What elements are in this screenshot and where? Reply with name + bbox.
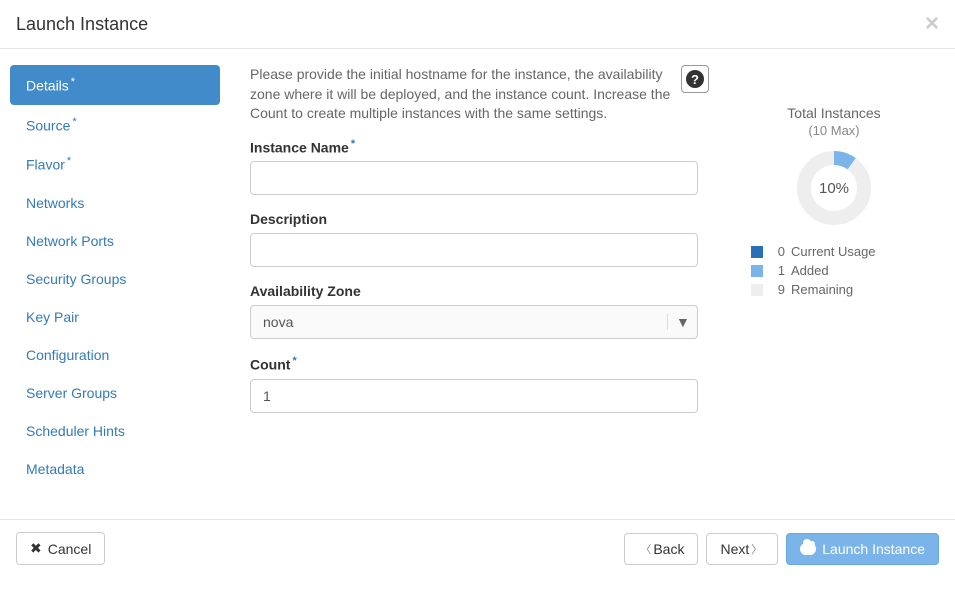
count-label: Count* [250,355,709,373]
availability-zone-group: Availability Zone nova ▼ [250,283,709,339]
quota-subtitle: (10 Max) [729,123,939,138]
sidebar-item-key-pair[interactable]: Key Pair [10,298,220,336]
legend-label: Added [791,263,829,278]
next-button-label: Next [720,541,749,557]
legend-row: 1 Added [751,263,939,278]
sidebar-item-label: Server Groups [26,385,117,401]
cloud-upload-icon [800,543,816,555]
sidebar-item-source[interactable]: Source* [10,105,220,145]
sidebar-item-label: Security Groups [26,271,126,287]
sidebar-item-label: Key Pair [26,309,79,325]
sidebar-item-security-groups[interactable]: Security Groups [10,260,220,298]
sidebar-item-label: Networks [26,195,84,211]
close-icon: ✖ [30,540,42,557]
cancel-button[interactable]: ✖ Cancel [16,532,105,565]
legend-row: 9 Remaining [751,282,939,297]
back-button[interactable]: 〈 Back [624,533,698,565]
legend-row: 0 Current Usage [751,244,939,259]
quota-percent: 10% [796,150,872,226]
sidebar-item-server-groups[interactable]: Server Groups [10,374,220,412]
legend-value: 1 [771,263,785,278]
required-asterisk: * [292,355,296,367]
chevron-left-icon: 〈 [640,541,651,557]
sidebar-item-label: Scheduler Hints [26,423,125,439]
description-input[interactable] [250,233,698,267]
modal-header: Launch Instance × [0,0,955,49]
required-asterisk: * [71,76,75,88]
legend-swatch [751,284,763,296]
availability-zone-label: Availability Zone [250,283,709,299]
modal-body: Details*Source*Flavor*NetworksNetwork Po… [0,49,955,519]
modal-title: Launch Instance [16,14,148,35]
cancel-button-label: Cancel [48,541,92,557]
sidebar-item-details[interactable]: Details* [10,65,220,105]
instance-name-group: Instance Name* [250,138,709,196]
sidebar-item-configuration[interactable]: Configuration [10,336,220,374]
count-group: Count* [250,355,709,413]
count-label-text: Count [250,357,290,373]
instance-name-label: Instance Name* [250,138,709,156]
form-area: ? Please provide the initial hostname fo… [250,65,729,503]
legend-label: Current Usage [791,244,876,259]
sidebar-item-label: Details [26,78,69,94]
legend-swatch [751,246,763,258]
chevron-down-icon: ▼ [667,314,685,330]
quota-panel: Total Instances (10 Max) 10% 0 Current Us… [729,65,939,503]
sidebar-item-label: Source [26,117,70,133]
sidebar-item-label: Configuration [26,347,109,363]
footer-right-buttons: 〈 Back Next 〉 Launch Instance [624,533,939,565]
quota-legend: 0 Current Usage 1 Added 9 Remaining [729,244,939,297]
sidebar-item-network-ports[interactable]: Network Ports [10,222,220,260]
sidebar-item-metadata[interactable]: Metadata [10,450,220,488]
quota-donut-chart: 10% [796,150,872,226]
launch-button-label: Launch Instance [822,541,925,557]
description-group: Description [250,211,709,267]
help-text: Please provide the initial hostname for … [250,65,709,124]
sidebar-item-flavor[interactable]: Flavor* [10,144,220,184]
question-icon: ? [686,70,704,88]
availability-zone-value: nova [263,314,293,330]
legend-label: Remaining [791,282,853,297]
legend-swatch [751,265,763,277]
sidebar-item-label: Network Ports [26,233,114,249]
chevron-right-icon: 〉 [751,541,762,557]
next-button[interactable]: Next 〉 [706,533,778,565]
instance-name-label-text: Instance Name [250,139,349,155]
instance-name-input[interactable] [250,161,698,195]
quota-title: Total Instances [729,105,939,121]
sidebar-item-label: Flavor [26,157,65,173]
description-label: Description [250,211,709,227]
required-asterisk: * [67,155,71,167]
sidebar-item-label: Metadata [26,461,84,477]
main-panel: ? Please provide the initial hostname fo… [230,49,955,519]
back-button-label: Back [653,541,684,557]
close-icon[interactable]: × [925,12,939,36]
sidebar-item-scheduler-hints[interactable]: Scheduler Hints [10,412,220,450]
required-asterisk: * [351,138,355,150]
help-icon[interactable]: ? [681,65,709,93]
availability-zone-select[interactable]: nova ▼ [250,305,698,339]
sidebar-item-networks[interactable]: Networks [10,184,220,222]
modal-footer: ✖ Cancel 〈 Back Next 〉 Launch Instance [0,519,955,577]
count-input[interactable] [250,379,698,413]
legend-value: 9 [771,282,785,297]
wizard-sidebar: Details*Source*Flavor*NetworksNetwork Po… [0,49,230,519]
launch-instance-button[interactable]: Launch Instance [786,533,939,565]
legend-value: 0 [771,244,785,259]
required-asterisk: * [72,116,76,128]
